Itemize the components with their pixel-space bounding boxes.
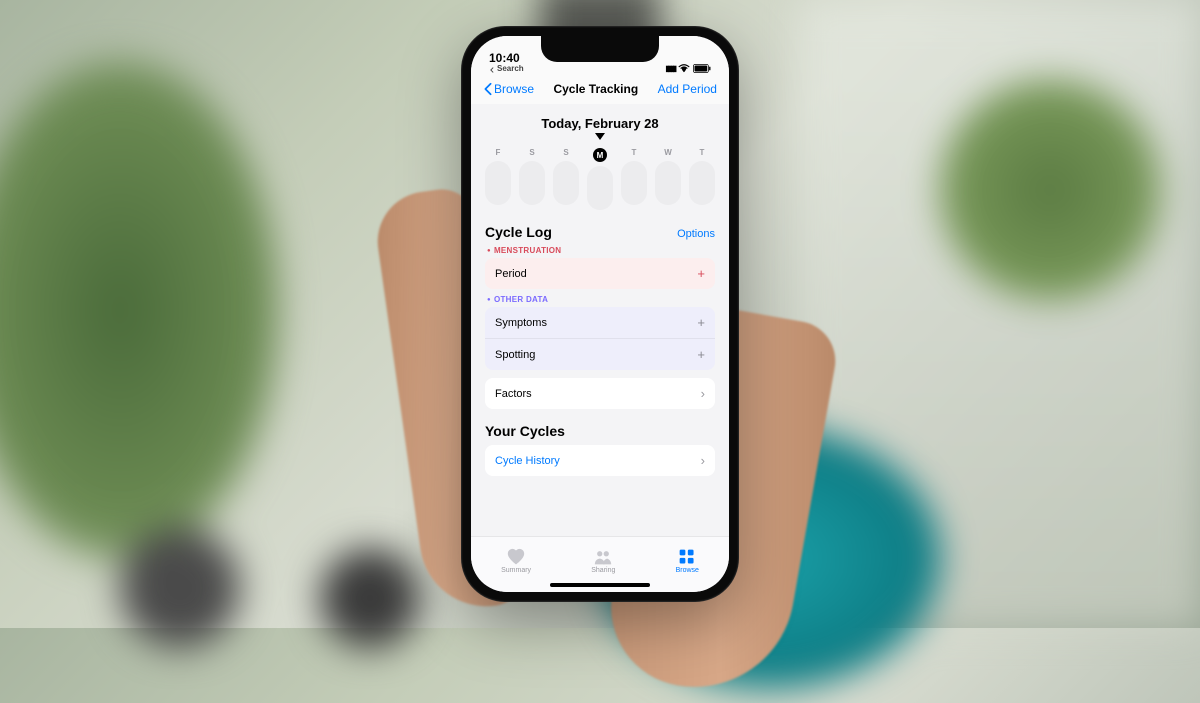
cycle-log-options-button[interactable]: Options (677, 228, 715, 240)
day-pill[interactable] (553, 161, 579, 205)
bullet-icon: ● (487, 248, 491, 254)
day-pill[interactable] (621, 161, 647, 205)
wifi-icon (678, 64, 690, 73)
tab-summary[interactable]: Summary (501, 548, 531, 574)
people-icon (593, 548, 613, 566)
menstruation-sublabel: ● MENSTRUATION (487, 246, 715, 255)
period-row[interactable]: Period + (485, 258, 715, 289)
cycle-history-label: Cycle History (495, 455, 560, 467)
day-label: S (563, 148, 568, 157)
day-column-today[interactable]: M (583, 148, 617, 210)
menstruation-card: Period + (485, 258, 715, 289)
heart-icon (506, 548, 526, 566)
factors-row[interactable]: Factors › (485, 378, 715, 409)
current-date-label: Today, February 28 (471, 116, 729, 131)
day-column[interactable]: S (549, 148, 583, 210)
day-column[interactable]: T (617, 148, 651, 210)
tab-browse[interactable]: Browse (676, 548, 699, 574)
battery-icon (693, 64, 711, 73)
plus-icon: + (697, 348, 705, 361)
bullet-icon: ● (487, 297, 491, 303)
plus-icon: + (697, 316, 705, 329)
your-cycles-title: Your Cycles (485, 423, 565, 439)
day-column[interactable]: F (481, 148, 515, 210)
scroll-content[interactable]: Today, February 28 F S S M (471, 104, 729, 536)
phone-screen: 10:40 Search Browse (471, 36, 729, 592)
back-button[interactable]: Browse (483, 82, 534, 96)
day-pill[interactable] (655, 161, 681, 205)
cycle-history-card: Cycle History › (485, 445, 715, 476)
iphone-device: 10:40 Search Browse (461, 26, 739, 602)
chevron-right-icon: › (701, 454, 705, 467)
tab-summary-label: Summary (501, 567, 531, 574)
chevron-right-icon: › (701, 387, 705, 400)
status-back-search[interactable]: Search (489, 65, 524, 74)
tab-browse-label: Browse (676, 567, 699, 574)
spotting-row-label: Spotting (495, 349, 535, 361)
week-day-strip[interactable]: F S S M T (471, 144, 729, 210)
cycle-history-row[interactable]: Cycle History › (485, 445, 715, 476)
day-pill[interactable] (519, 161, 545, 205)
navigation-bar: Browse Cycle Tracking Add Period (471, 76, 729, 104)
page-title: Cycle Tracking (553, 82, 638, 96)
date-header: Today, February 28 (471, 104, 729, 144)
factors-row-label: Factors (495, 388, 532, 400)
day-label-active: M (593, 148, 607, 162)
day-label: W (664, 148, 672, 157)
your-cycles-section: Your Cycles Cycle History › (471, 409, 729, 476)
back-label: Browse (494, 82, 534, 96)
cycle-log-title: Cycle Log (485, 224, 552, 240)
spotting-row[interactable]: Spotting + (485, 338, 715, 370)
cellular-signal-icon (665, 63, 675, 74)
day-label: T (632, 148, 637, 157)
factors-card: Factors › (485, 378, 715, 409)
status-search-label: Search (497, 65, 524, 74)
day-column[interactable]: S (515, 148, 549, 210)
cycle-log-section: Cycle Log Options ● MENSTRUATION Period … (471, 210, 729, 409)
device-notch (541, 36, 659, 62)
other-data-sublabel: ● OTHER DATA (487, 295, 715, 304)
symptoms-row-label: Symptoms (495, 317, 547, 329)
add-period-button[interactable]: Add Period (658, 82, 717, 96)
day-pill[interactable] (485, 161, 511, 205)
other-data-card: Symptoms + Spotting + (485, 307, 715, 370)
menstruation-label-text: MENSTRUATION (494, 246, 561, 255)
tab-sharing[interactable]: Sharing (591, 548, 615, 574)
day-label: F (496, 148, 501, 157)
status-indicators (665, 63, 711, 74)
tab-sharing-label: Sharing (591, 567, 615, 574)
day-column[interactable]: W (651, 148, 685, 210)
day-pill[interactable] (689, 161, 715, 205)
day-pill[interactable] (587, 166, 613, 210)
chevron-left-icon (483, 82, 493, 96)
period-row-label: Period (495, 268, 527, 280)
day-column[interactable]: T (685, 148, 719, 210)
symptoms-row[interactable]: Symptoms + (485, 307, 715, 338)
day-label: S (529, 148, 534, 157)
other-data-label-text: OTHER DATA (494, 295, 548, 304)
plus-icon: + (697, 267, 705, 280)
day-label: T (700, 148, 705, 157)
grid-icon (677, 548, 697, 566)
today-pointer-icon (595, 133, 605, 140)
home-indicator[interactable] (550, 583, 650, 587)
